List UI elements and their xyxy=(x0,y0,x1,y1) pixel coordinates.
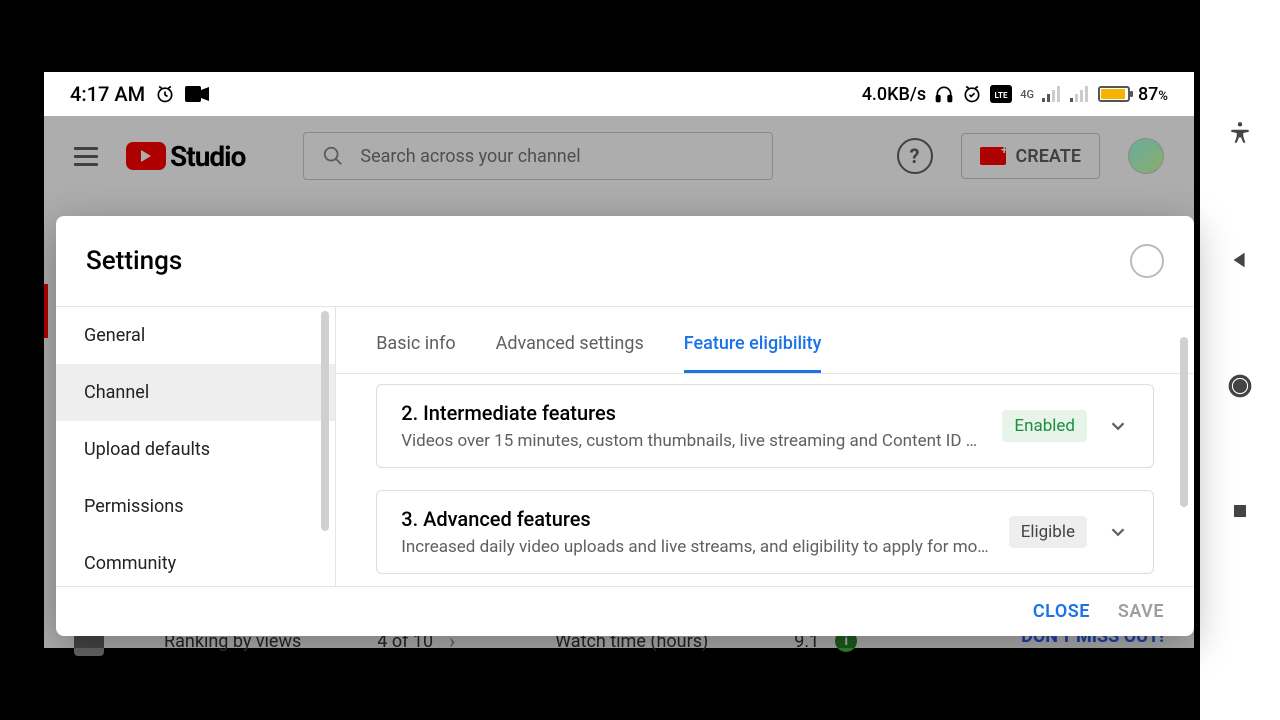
settings-modal: Settings General Channel Upload defaults… xyxy=(56,216,1194,636)
status-net-label: 4G xyxy=(1020,88,1034,101)
feature-card-advanced[interactable]: 3. Advanced features Increased daily vid… xyxy=(376,490,1154,574)
status-time: 4:17 AM xyxy=(70,82,145,106)
sidebar-item-general[interactable]: General xyxy=(56,307,335,364)
sidebar-scrollbar[interactable] xyxy=(321,311,329,531)
status-badge-eligible: Eligible xyxy=(1009,516,1087,548)
chevron-down-icon[interactable] xyxy=(1107,521,1129,543)
tab-advanced-settings[interactable]: Advanced settings xyxy=(496,323,644,373)
nav-recents-icon[interactable] xyxy=(1231,502,1249,520)
status-battery-pct: 87% xyxy=(1138,84,1168,105)
sidebar-item-channel[interactable]: Channel xyxy=(56,364,335,421)
video-icon xyxy=(185,86,209,102)
tab-basic-info[interactable]: Basic info xyxy=(376,323,455,373)
sidebar-item-upload-defaults[interactable]: Upload defaults xyxy=(56,421,335,478)
sidebar-item-community[interactable]: Community xyxy=(56,535,335,592)
sidebar-item-permissions[interactable]: Permissions xyxy=(56,478,335,535)
system-nav-bar xyxy=(1200,0,1280,720)
settings-sidebar: General Channel Upload defaults Permissi… xyxy=(56,307,336,586)
card-title: 3. Advanced features xyxy=(401,507,988,531)
nav-back-icon[interactable] xyxy=(1229,249,1251,271)
signal-icon-2 xyxy=(1070,86,1090,102)
content-scrollbar[interactable] xyxy=(1180,337,1188,507)
status-badge-enabled: Enabled xyxy=(1002,410,1087,442)
chevron-down-icon[interactable] xyxy=(1107,415,1129,437)
youtube-studio-app: Studio Search across your channel ? CREA… xyxy=(44,116,1194,648)
headphones-icon xyxy=(934,84,954,104)
svg-text:LTE: LTE xyxy=(995,91,1008,100)
device-screen: 4:17 AM 4.0KB/s LTE 4G 87% Studio S xyxy=(44,72,1194,648)
volte-icon: LTE xyxy=(990,85,1012,103)
close-button[interactable]: CLOSE xyxy=(1033,601,1090,622)
status-data-rate: 4.0KB/s xyxy=(862,84,927,105)
card-desc: Increased daily video uploads and live s… xyxy=(401,537,988,557)
alarm-icon xyxy=(155,84,175,104)
tab-feature-eligibility[interactable]: Feature eligibility xyxy=(684,323,822,373)
settings-content: Basic info Advanced settings Feature eli… xyxy=(336,307,1194,586)
status-bar: 4:17 AM 4.0KB/s LTE 4G 87% xyxy=(44,72,1194,116)
accessibility-icon[interactable] xyxy=(1227,120,1253,146)
save-button[interactable]: SAVE xyxy=(1118,601,1164,622)
feature-card-intermediate[interactable]: 2. Intermediate features Videos over 15 … xyxy=(376,384,1154,468)
nav-home-icon[interactable] xyxy=(1227,373,1253,399)
battery-icon xyxy=(1098,86,1130,102)
loading-ring-icon xyxy=(1130,244,1164,278)
alarm-icon-2 xyxy=(962,84,982,104)
card-desc: Videos over 15 minutes, custom thumbnail… xyxy=(401,431,982,451)
signal-icon-1 xyxy=(1042,86,1062,102)
card-title: 2. Intermediate features xyxy=(401,401,982,425)
modal-title: Settings xyxy=(86,246,182,276)
